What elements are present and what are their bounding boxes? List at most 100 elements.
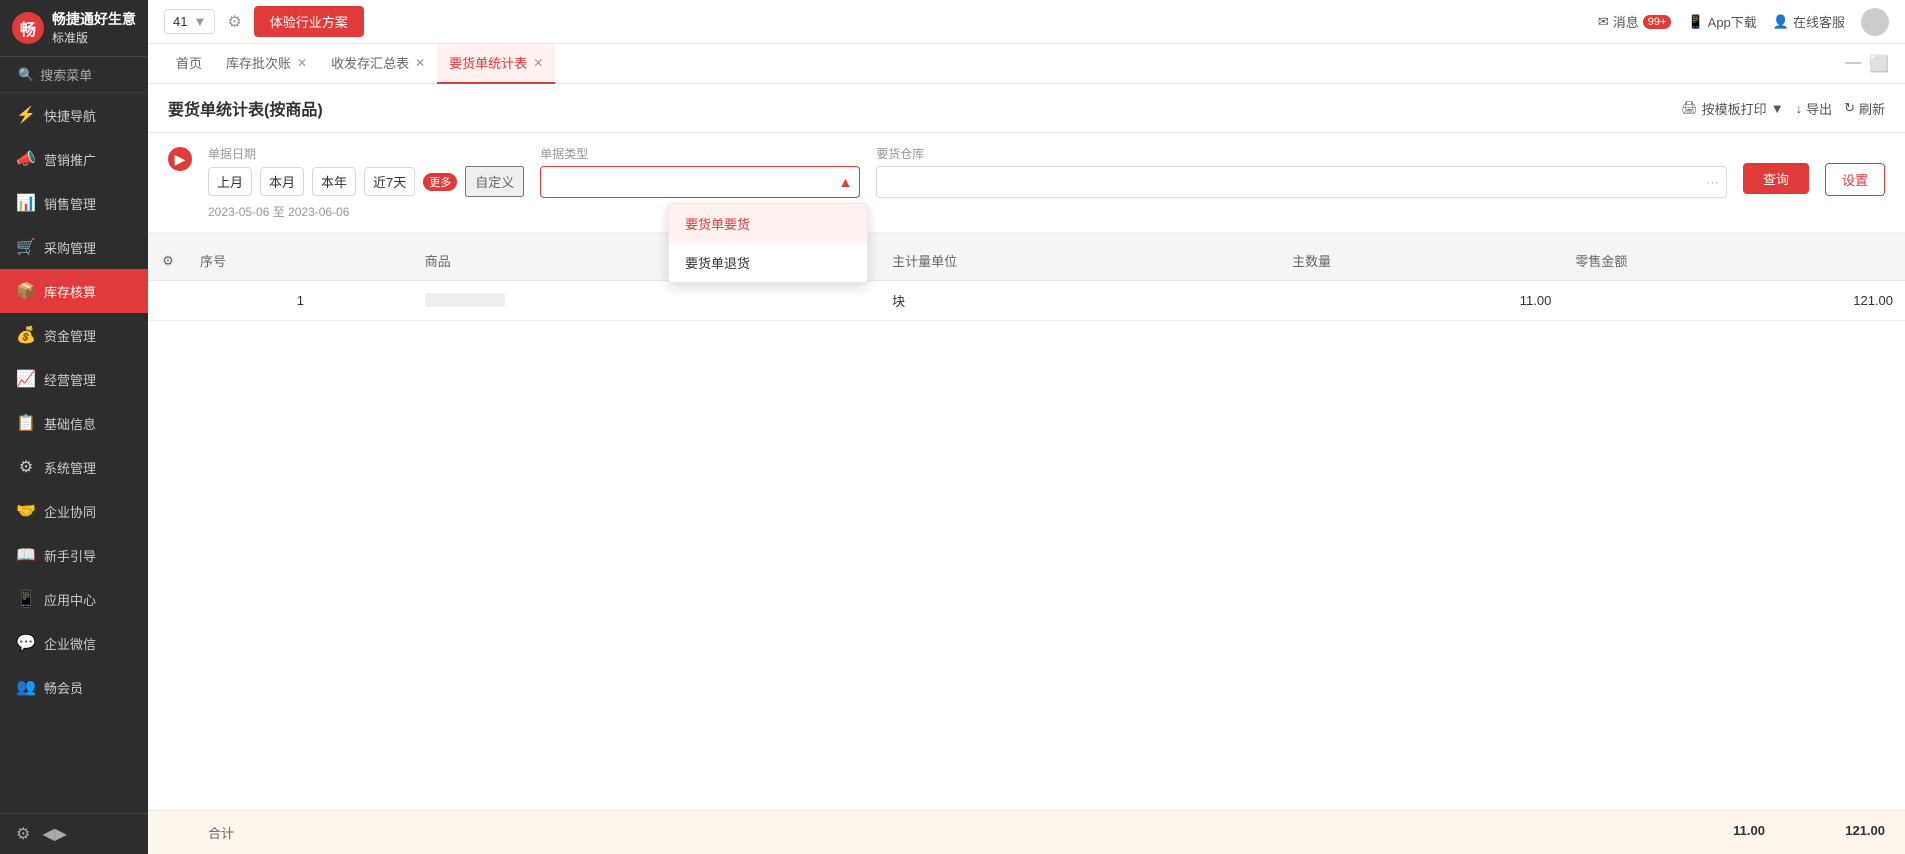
close-icon[interactable]: ✕ xyxy=(415,56,425,70)
sidebar-item-finance[interactable]: 💰 资金管理 xyxy=(0,313,148,357)
page-title: 要货单统计表(按商品) xyxy=(168,96,323,132)
sidebar-item-marketing[interactable]: 📣 营销推广 xyxy=(0,137,148,181)
close-icon[interactable]: ✕ xyxy=(297,56,307,70)
chevron-down-icon: ▼ xyxy=(193,14,206,29)
sidebar-item-label: 资金管理 xyxy=(44,326,96,345)
warehouse-filter-input[interactable] xyxy=(876,166,1727,198)
sidebar-item-sales[interactable]: 📊 销售管理 xyxy=(0,181,148,225)
sales-icon: 📊 xyxy=(16,193,36,213)
sidebar-item-label: 库存核算 xyxy=(44,282,96,301)
filter-expand-button[interactable]: ▶ xyxy=(168,147,192,171)
col-header-index: 序号 xyxy=(188,241,413,281)
message-icon: ✉ xyxy=(1598,14,1609,30)
trial-button[interactable]: 体验行业方案 xyxy=(254,6,364,37)
tab-label: 收发存汇总表 xyxy=(331,53,409,72)
settings-column-header[interactable]: ⚙ xyxy=(148,241,188,281)
data-table: ⚙ 序号 商品 主计量单位 主数量 零售金额 1 xyxy=(148,241,1905,321)
system-icon: ⚙ xyxy=(16,457,36,477)
warehouse-filter-group: 要货仓库 ··· xyxy=(876,145,1727,198)
newguide-icon: 📖 xyxy=(16,545,36,565)
sidebar-item-operations[interactable]: 📈 经营管理 xyxy=(0,357,148,401)
type-chevron-up-icon[interactable]: ▲ xyxy=(838,174,852,190)
download-icon: 📱 xyxy=(1687,14,1703,30)
sidebar-item-label: 基础信息 xyxy=(44,414,96,433)
tabs-bar-right: — ⬜ xyxy=(1845,54,1889,74)
refresh-button[interactable]: ↻ 刷新 xyxy=(1844,99,1885,118)
sidebar-item-label: 系统管理 xyxy=(44,458,96,477)
td-empty xyxy=(148,281,188,321)
sidebar-item-basics[interactable]: 📋 基础信息 xyxy=(0,401,148,445)
company-selector[interactable]: 41 ▼ xyxy=(164,9,215,34)
logo-icon: 畅 xyxy=(12,12,44,44)
table-wrap: ⚙ 序号 商品 主计量单位 主数量 零售金额 1 xyxy=(148,241,1905,810)
sidebar-item-collab[interactable]: 🤝 企业协同 xyxy=(0,489,148,533)
sidebar-search[interactable]: 🔍 搜索菜单 xyxy=(0,57,148,93)
dropdown-item-order-return[interactable]: 要货单退货 xyxy=(669,243,867,282)
logo-main-text: 畅捷通好生意 xyxy=(52,10,136,30)
export-button[interactable]: ↓ 导出 xyxy=(1796,99,1833,118)
sidebar-item-apps[interactable]: 📱 应用中心 xyxy=(0,577,148,621)
last-month-btn[interactable]: 上月 xyxy=(208,167,252,196)
type-filter-input[interactable] xyxy=(540,166,860,198)
tab-inventory-batch[interactable]: 库存批次账 ✕ xyxy=(214,44,319,84)
collab-icon: 🤝 xyxy=(16,501,36,521)
tab-home[interactable]: 首页 xyxy=(164,44,214,84)
messages-button[interactable]: ✉ 消息 99+ xyxy=(1598,12,1672,31)
table-area: ⚙ 序号 商品 主计量单位 主数量 零售金额 1 xyxy=(148,241,1905,854)
chevron-down-icon: ▼ xyxy=(1771,101,1784,116)
col-header-quantity: 主数量 xyxy=(1280,241,1563,281)
query-button[interactable]: 查询 xyxy=(1743,163,1809,194)
sidebar-item-system[interactable]: ⚙ 系统管理 xyxy=(0,445,148,489)
apps-icon: 📱 xyxy=(16,589,36,609)
user-avatar[interactable] xyxy=(1861,8,1889,36)
collapse-icon[interactable]: ◀▶ xyxy=(42,824,67,844)
col-header-amount: 零售金额 xyxy=(1563,241,1905,281)
this-year-btn[interactable]: 本年 xyxy=(312,167,356,196)
service-icon: 👤 xyxy=(1773,14,1789,30)
more-dates-badge[interactable]: 更多 xyxy=(423,173,457,191)
sidebar-nav: ⚡ 快捷导航 📣 营销推广 📊 销售管理 🛒 采购管理 📦 库存核算 💰 资金管… xyxy=(0,93,148,813)
close-icon[interactable]: ✕ xyxy=(533,56,543,70)
sidebar-item-label: 企业协同 xyxy=(44,502,96,521)
tab-receipt-summary[interactable]: 收发存汇总表 ✕ xyxy=(319,44,437,84)
topbar: 41 ▼ ⚙ 体验行业方案 ✉ 消息 99+ 📱 App下载 👤 在线客服 xyxy=(148,0,1905,44)
sidebar-item-label: 应用中心 xyxy=(44,590,96,609)
date-filter-label: 单据日期 xyxy=(208,145,524,162)
sidebar-item-label: 新手引导 xyxy=(44,546,96,565)
table-footer: 合计 11.00 121.00 xyxy=(148,810,1905,854)
this-month-btn[interactable]: 本月 xyxy=(260,167,304,196)
sidebar-item-wechat[interactable]: 💬 企业微信 xyxy=(0,621,148,665)
settings-icon[interactable]: ⚙ xyxy=(16,824,30,844)
dropdown-item-order-goods[interactable]: 要货单要货 xyxy=(669,204,867,243)
online-service-button[interactable]: 👤 在线客服 xyxy=(1773,12,1845,31)
product-placeholder xyxy=(425,293,505,307)
type-dropdown-menu: 要货单要货 要货单退货 xyxy=(668,203,868,283)
tab-label: 库存批次账 xyxy=(226,53,291,72)
sidebar-item-inventory[interactable]: 📦 库存核算 xyxy=(0,269,148,313)
sidebar-item-label: 经营管理 xyxy=(44,370,96,389)
app-download-button[interactable]: 📱 App下载 xyxy=(1687,12,1756,31)
td-quantity: 11.00 xyxy=(1280,281,1563,321)
sidebar-item-quicknav[interactable]: ⚡ 快捷导航 xyxy=(0,93,148,137)
table-header-row: ⚙ 序号 商品 主计量单位 主数量 零售金额 xyxy=(148,241,1905,281)
warehouse-more-icon[interactable]: ··· xyxy=(1706,175,1719,190)
messages-label: 消息 xyxy=(1613,12,1639,31)
topbar-gear-icon[interactable]: ⚙ xyxy=(227,12,241,32)
refresh-icon: ↻ xyxy=(1844,100,1855,116)
tab-minimize-icon[interactable]: — xyxy=(1845,54,1861,74)
last-7days-btn[interactable]: 近7天 xyxy=(364,167,415,196)
tabs-bar: 首页 库存批次账 ✕ 收发存汇总表 ✕ 要货单统计表 ✕ — ⬜ xyxy=(148,44,1905,84)
tab-maximize-icon[interactable]: ⬜ xyxy=(1869,54,1889,74)
sidebar-item-newguide[interactable]: 📖 新手引导 xyxy=(0,533,148,577)
tab-order-stats[interactable]: 要货单统计表 ✕ xyxy=(437,44,555,84)
filter-settings-button[interactable]: 设置 xyxy=(1825,163,1885,196)
page-content: 要货单统计表(按商品) 🖨 按模板打印 ▼ ↓ 导出 ↻ 刷新 ▶ xyxy=(148,84,1905,854)
basics-icon: 📋 xyxy=(16,413,36,433)
sidebar-item-purchase[interactable]: 🛒 采购管理 xyxy=(0,225,148,269)
custom-date-btn[interactable]: 自定义 xyxy=(465,166,524,197)
sidebar-item-member[interactable]: 👥 畅会员 xyxy=(0,665,148,709)
print-button[interactable]: 🖨 按模板打印 ▼ xyxy=(1681,99,1783,118)
sidebar-item-label: 畅会员 xyxy=(44,678,83,697)
sidebar-bottom: ⚙ ◀▶ xyxy=(0,813,148,854)
sidebar: 畅 畅捷通好生意 标准版 🔍 搜索菜单 ⚡ 快捷导航 📣 营销推广 📊 销售管理… xyxy=(0,0,148,854)
